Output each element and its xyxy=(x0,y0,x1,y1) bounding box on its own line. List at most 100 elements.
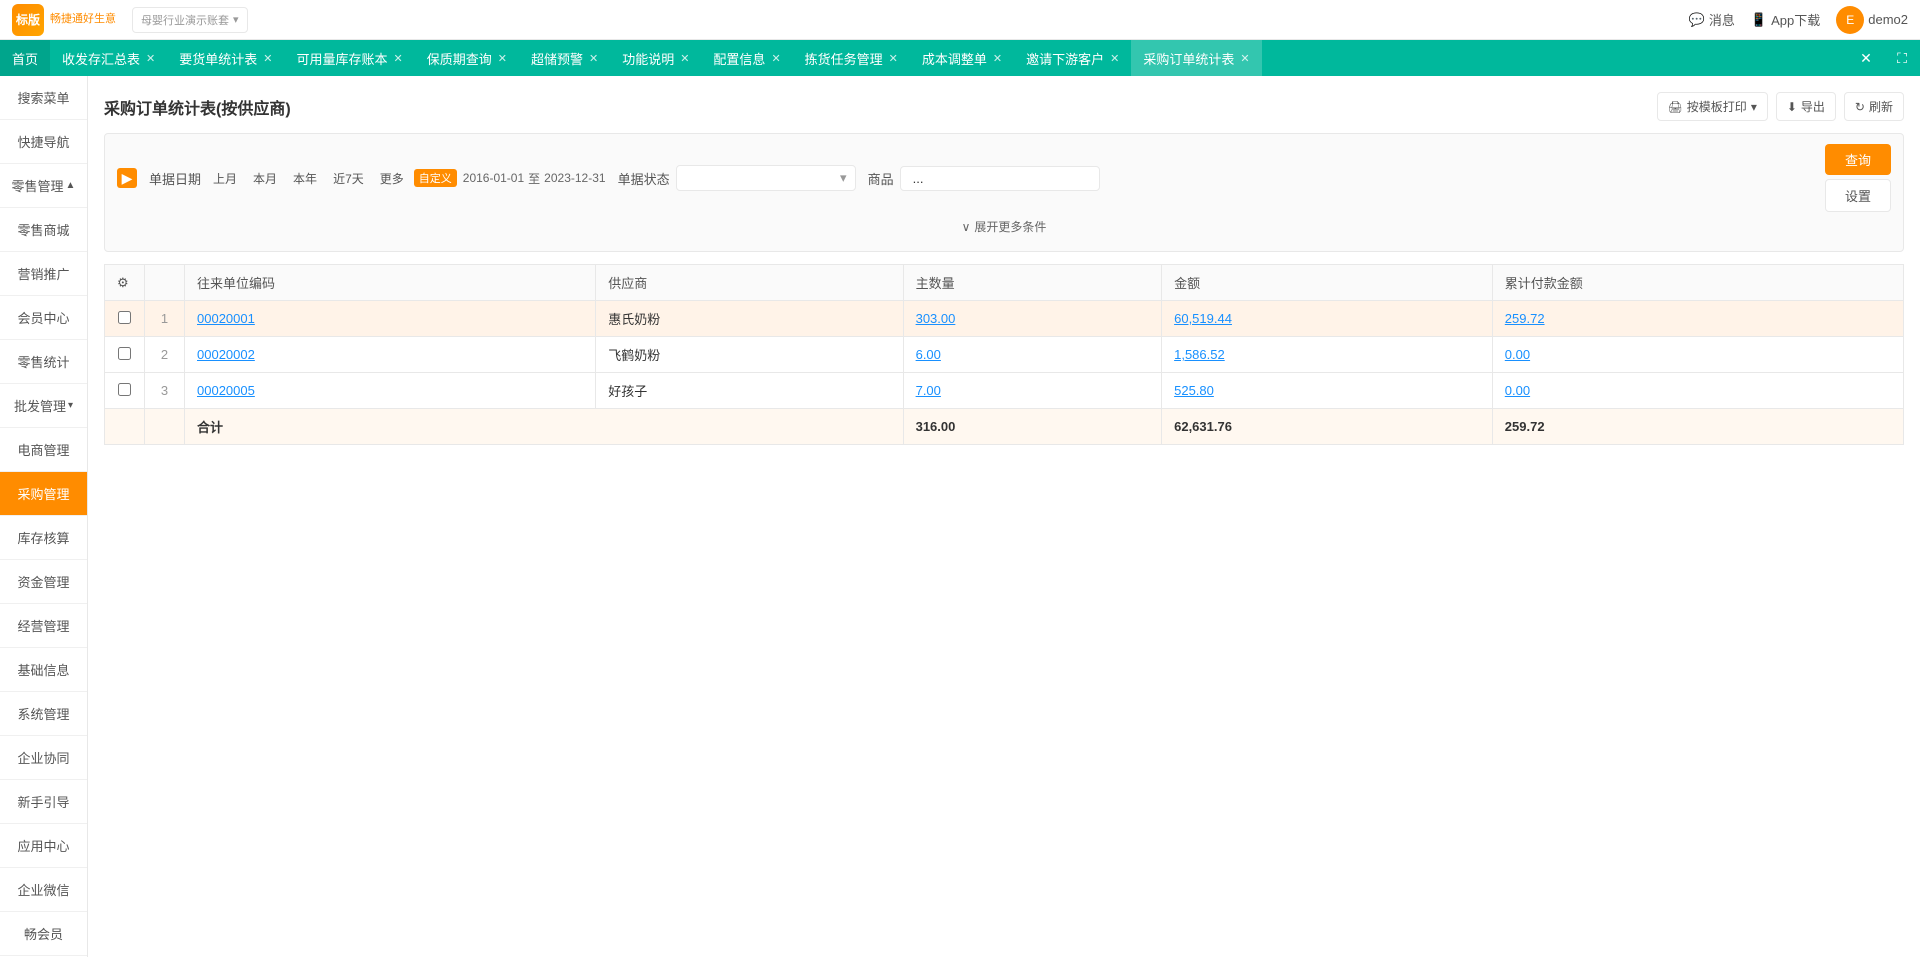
row1-amount-link[interactable]: 60,519.44 xyxy=(1174,311,1232,326)
app-download-btn[interactable]: 📱 App下载 xyxy=(1751,10,1820,29)
sidebar-item-wholesale[interactable]: 批发管理 ▾ xyxy=(0,384,87,428)
date-start: 2016-01-01 xyxy=(463,171,524,185)
tab-invite-downstream[interactable]: 邀请下游客户 ✕ xyxy=(1014,40,1131,76)
tab-overstock-close[interactable]: ✕ xyxy=(589,52,598,65)
filter-status-select[interactable]: ▾ xyxy=(676,165,856,191)
row2-checkbox[interactable] xyxy=(105,337,145,373)
sidebar-item-system[interactable]: 系统管理 xyxy=(0,692,87,736)
sidebar-item-retail-stat[interactable]: 零售统计 xyxy=(0,340,87,384)
export-icon: ⬇ xyxy=(1787,100,1797,114)
workspace-selector[interactable]: 母婴行业演示账套 ▾ xyxy=(132,7,248,33)
row2-paid-link[interactable]: 0.00 xyxy=(1505,347,1530,362)
row3-qty-link[interactable]: 7.00 xyxy=(916,383,941,398)
tab-goods-stat[interactable]: 要货单统计表 ✕ xyxy=(167,40,284,76)
refresh-label: 刷新 xyxy=(1869,98,1893,115)
tab-collect-pay[interactable]: 收发存汇总表 ✕ xyxy=(50,40,167,76)
row2-unit-code-link[interactable]: 00020002 xyxy=(197,347,255,362)
user-profile[interactable]: E demo2 xyxy=(1836,6,1908,34)
sidebar-item-retail[interactable]: 零售管理 ▲ xyxy=(0,164,87,208)
sidebar-item-member[interactable]: 会员中心 xyxy=(0,296,87,340)
row3-amount-link[interactable]: 525.80 xyxy=(1174,383,1214,398)
settings-button[interactable]: 设置 xyxy=(1825,179,1891,212)
table-row[interactable]: 1 00020001 惠氏奶粉 303.00 60,519.44 259.72 xyxy=(105,301,1904,337)
tab-avail-stock-close[interactable]: ✕ xyxy=(394,52,403,65)
message-btn[interactable]: 💬 消息 xyxy=(1689,10,1735,29)
th-settings[interactable]: ⚙ xyxy=(105,265,145,301)
row1-paid: 259.72 xyxy=(1492,301,1903,337)
sidebar-item-ecommerce[interactable]: 电商管理 xyxy=(0,428,87,472)
date-shortcut-more[interactable]: 更多 xyxy=(374,168,410,189)
sidebar-item-operation[interactable]: 经营管理 xyxy=(0,604,87,648)
row2-amount-link[interactable]: 1,586.52 xyxy=(1174,347,1225,362)
sidebar-item-wechat[interactable]: 企业微信 xyxy=(0,868,87,912)
date-shortcut-this-month[interactable]: 本月 xyxy=(247,168,283,189)
tab-validity[interactable]: 保质期查询 ✕ xyxy=(415,40,519,76)
sidebar-item-basic[interactable]: 基础信息 xyxy=(0,648,87,692)
filter-toggle-btn[interactable]: ▶ xyxy=(117,168,137,188)
sidebar-item-purchase[interactable]: 采购管理 xyxy=(0,472,87,516)
row1-check-input[interactable] xyxy=(118,311,131,324)
sidebar-item-retail-shop[interactable]: 零售商城 xyxy=(0,208,87,252)
row3-checkbox[interactable] xyxy=(105,373,145,409)
tab-invite-downstream-close[interactable]: ✕ xyxy=(1110,52,1119,65)
row2-check-input[interactable] xyxy=(118,347,131,360)
tab-home[interactable]: 首页 xyxy=(0,40,50,76)
sidebar-item-finance[interactable]: 资金管理 xyxy=(0,560,87,604)
sidebar-item-stock[interactable]: 库存核算 xyxy=(0,516,87,560)
date-shortcut-this-year[interactable]: 本年 xyxy=(287,168,323,189)
sidebar-item-newbie[interactable]: 新手引导 xyxy=(0,780,87,824)
row1-paid-link[interactable]: 259.72 xyxy=(1505,311,1545,326)
tab-task-mgmt-close[interactable]: ✕ xyxy=(889,52,898,65)
logo-icon: 标版 xyxy=(12,4,44,36)
sidebar-item-member2[interactable]: 畅会员 xyxy=(0,912,87,956)
row2-qty: 6.00 xyxy=(903,337,1162,373)
th-supplier-label: 供应商 xyxy=(608,276,647,291)
tab-purchase-stat[interactable]: 采购订单统计表 ✕ xyxy=(1131,40,1261,76)
row1-checkbox[interactable] xyxy=(105,301,145,337)
sidebar-item-app-center[interactable]: 应用中心 xyxy=(0,824,87,868)
date-shortcut-last-month[interactable]: 上月 xyxy=(207,168,243,189)
table-row[interactable]: 2 00020002 飞鹤奶粉 6.00 1,586.52 0.00 xyxy=(105,337,1904,373)
sidebar-item-enterprise[interactable]: 企业协同 xyxy=(0,736,87,780)
tab-close-btn[interactable]: ✕ xyxy=(1848,40,1884,76)
filter-row: ▶ 单据日期 上月 本月 本年 近7天 更多 自定义 2 xyxy=(117,144,1891,212)
refresh-button[interactable]: ↻ 刷新 xyxy=(1844,92,1904,121)
table-row[interactable]: 3 00020005 好孩子 7.00 525.80 0.00 xyxy=(105,373,1904,409)
row1-qty-link[interactable]: 303.00 xyxy=(916,311,956,326)
date-shortcut-7days[interactable]: 近7天 xyxy=(327,168,370,189)
tab-validity-close[interactable]: ✕ xyxy=(498,52,507,65)
expand-button[interactable]: ∨ 展开更多条件 xyxy=(962,218,1047,235)
tab-collect-pay-close[interactable]: ✕ xyxy=(146,52,155,65)
sidebar-item-search[interactable]: 搜索菜单 xyxy=(0,76,87,120)
tab-cost-adjust[interactable]: 成本调整单 ✕ xyxy=(910,40,1014,76)
row3-check-input[interactable] xyxy=(118,383,131,396)
sidebar-item-shortcut[interactable]: 快捷导航 xyxy=(0,120,87,164)
filter-goods-input[interactable]: ... xyxy=(900,166,1100,191)
query-button[interactable]: 查询 xyxy=(1825,144,1891,175)
tab-goods-stat-close[interactable]: ✕ xyxy=(263,52,272,65)
tab-overstock[interactable]: 超储预警 ✕ xyxy=(519,40,610,76)
tab-overstock-label: 超储预警 xyxy=(531,49,583,68)
row3-unit-code-link[interactable]: 00020005 xyxy=(197,383,255,398)
tab-func-desc-close[interactable]: ✕ xyxy=(680,52,689,65)
filter-goods-ellipsis: ... xyxy=(913,171,924,186)
tab-purchase-stat-close[interactable]: ✕ xyxy=(1240,52,1249,65)
tab-collect-pay-label: 收发存汇总表 xyxy=(62,49,140,68)
row1-unit-code-link[interactable]: 00020001 xyxy=(197,311,255,326)
tab-avail-stock[interactable]: 可用量库存账本 ✕ xyxy=(284,40,414,76)
sidebar-member2-label: 畅会员 xyxy=(24,927,63,942)
tab-expand-btn[interactable]: ⛶ xyxy=(1884,40,1920,76)
tab-config-info-close[interactable]: ✕ xyxy=(771,52,780,65)
custom-date-badge[interactable]: 自定义 xyxy=(414,169,457,187)
export-button[interactable]: ⬇ 导出 xyxy=(1776,92,1836,121)
th-qty-label: 主数量 xyxy=(916,276,955,291)
tab-config-info[interactable]: 配置信息 ✕ xyxy=(701,40,792,76)
tab-func-desc[interactable]: 功能说明 ✕ xyxy=(610,40,701,76)
row2-qty-link[interactable]: 6.00 xyxy=(916,347,941,362)
print-button[interactable]: 🖨 按模板打印 ▾ xyxy=(1657,92,1768,121)
row3-paid-link[interactable]: 0.00 xyxy=(1505,383,1530,398)
tab-cost-adjust-close[interactable]: ✕ xyxy=(993,52,1002,65)
avatar: E xyxy=(1836,6,1864,34)
sidebar-item-marketing[interactable]: 营销推广 xyxy=(0,252,87,296)
tab-task-mgmt[interactable]: 拣货任务管理 ✕ xyxy=(793,40,910,76)
